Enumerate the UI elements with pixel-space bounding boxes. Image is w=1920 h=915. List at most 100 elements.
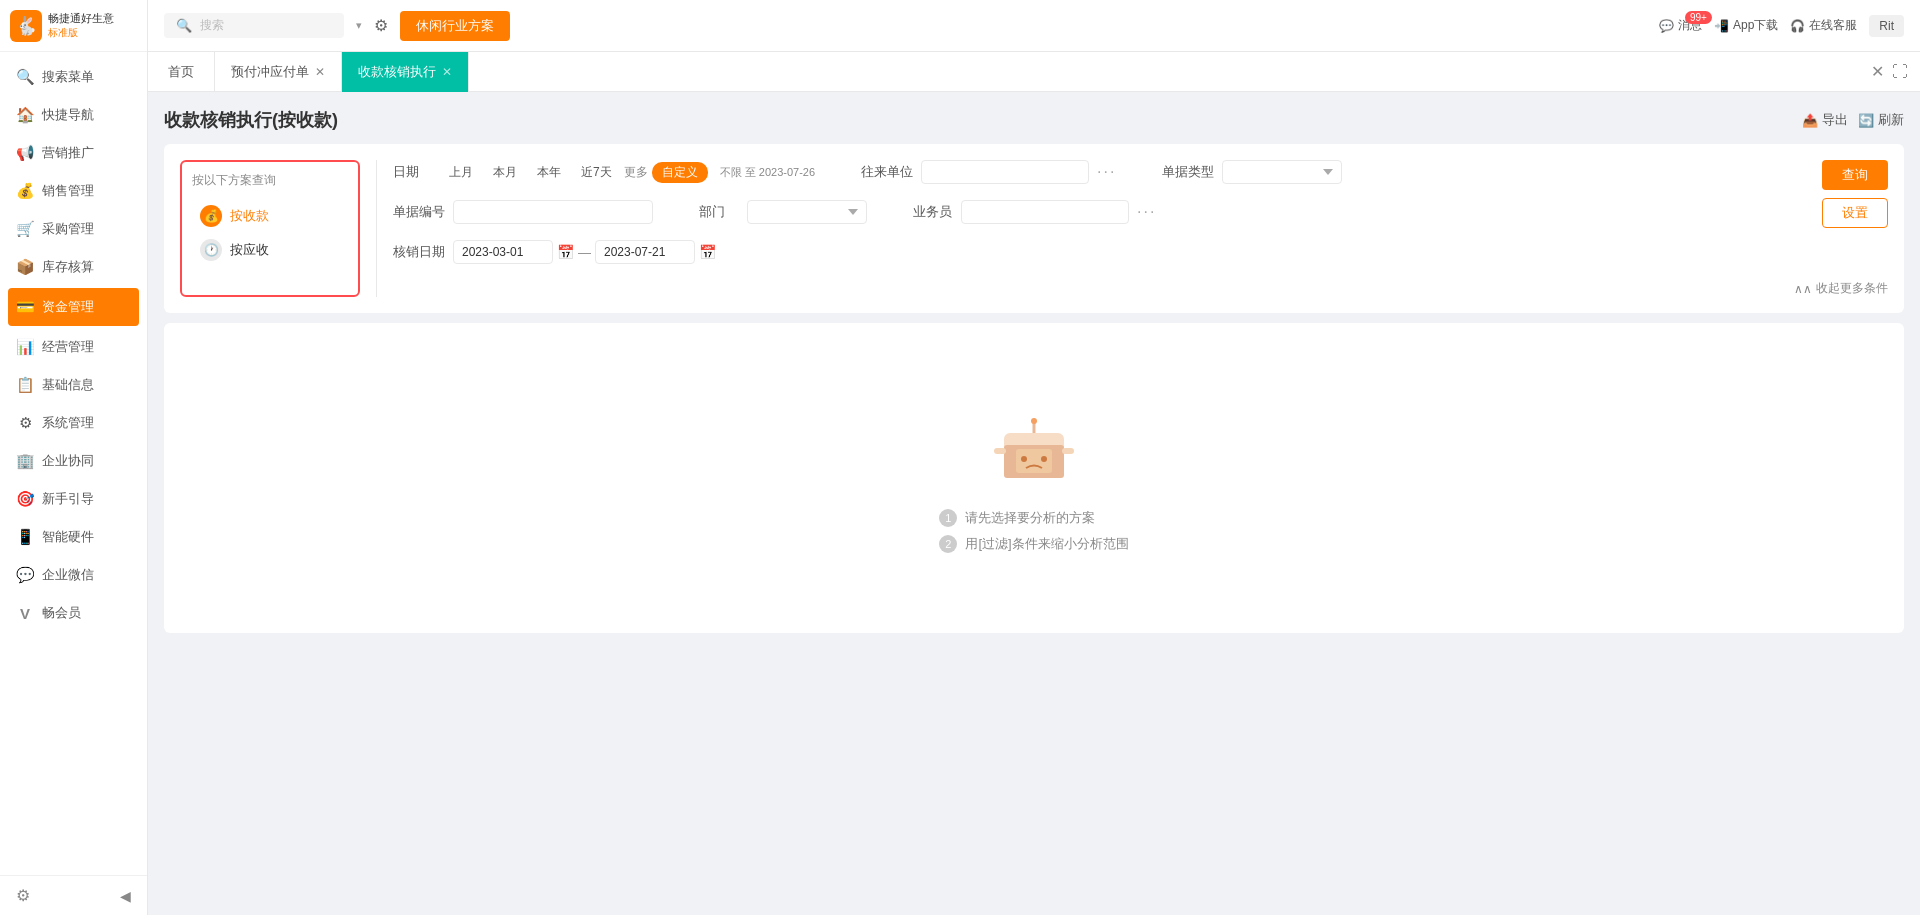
header-search-area[interactable]: 🔍 搜索 [164,13,344,38]
sidebar-collapse-icon[interactable]: ◀ [120,888,131,904]
staff-label: 业务员 [913,203,953,221]
filter-row-1: 日期 上月 本月 本年 近7天 更多 自定义 [393,160,1806,184]
by-receivable-label: 按应收 [230,241,269,259]
filter-option-by-receivable[interactable]: 🕐 按应收 [192,233,348,267]
search-menu-icon: 🔍 [16,68,34,86]
sidebar-item-inventory[interactable]: 📦 库存核算 [0,248,147,286]
system-icon: ⚙ [16,414,34,432]
by-receipt-icon: 💰 [200,205,222,227]
dept-select[interactable] [747,200,867,224]
export-icon: 📤 [1802,113,1818,128]
message-icon: 💬 [1659,19,1674,33]
header-chevron-icon[interactable]: ▾ [356,19,362,32]
date-tab-this-month[interactable]: 本月 [485,162,525,183]
filter-left-panel: 按以下方案查询 💰 按收款 🕐 按应收 [180,160,360,297]
sidebar-item-purchase[interactable]: 🛒 采购管理 [0,210,147,248]
sidebar-item-marketing[interactable]: 📢 营销推广 [0,134,147,172]
date-tab-more[interactable]: 更多 [624,164,648,181]
sidebar-label-system: 系统管理 [42,414,94,432]
doc-type-label: 单据类型 [1162,163,1214,181]
sidebar-item-finance[interactable]: 💳 资金管理 [8,288,139,326]
date-tab-last-month[interactable]: 上月 [441,162,481,183]
app-logo-icon: 🐇 [10,10,42,42]
app-version: 标准版 [48,26,114,40]
date-tab-this-year[interactable]: 本年 [529,162,569,183]
tab-receipt-close[interactable]: ✕ [442,65,452,79]
solution-button[interactable]: 休闲行业方案 [400,11,510,41]
svg-rect-7 [994,448,1006,454]
tab-expand-icon[interactable]: ⛶ [1892,63,1908,81]
sidebar-item-smart-hw[interactable]: 📱 智能硬件 [0,518,147,556]
partner-dots-icon[interactable]: ··· [1097,163,1116,181]
filter-option-by-receipt[interactable]: 💰 按收款 [192,199,348,233]
by-receivable-icon: 🕐 [200,239,222,261]
refresh-icon: 🔄 [1858,113,1874,128]
sidebar: 🐇 畅捷通好生意 标准版 🔍 搜索菜单 🏠 快捷导航 📢 营销推广 💰 销售管理… [0,0,148,915]
app-download-label: App下载 [1733,17,1778,34]
empty-tip-1: 1 请先选择要分析的方案 [939,509,1128,527]
doc-type-select[interactable] [1222,160,1342,184]
sidebar-item-enterprise[interactable]: 🏢 企业协同 [0,442,147,480]
collapse-up-icon: ∧∧ [1794,282,1812,296]
svg-point-3 [1021,456,1027,462]
sidebar-item-business[interactable]: 📊 经营管理 [0,328,147,366]
sidebar-label-smart-hw: 智能硬件 [42,528,94,546]
tab-receipt[interactable]: 收款核销执行 ✕ [342,52,469,92]
verify-date-end-cal-icon[interactable]: 📅 [699,244,716,260]
date-tab-7days[interactable]: 近7天 [573,162,620,183]
header-online-service[interactable]: 🎧 在线客服 [1790,17,1857,34]
header-gear-icon[interactable]: ⚙ [374,16,388,35]
page-header: 收款核销执行(按收款) 📤 导出 🔄 刷新 [164,108,1904,132]
svg-rect-2 [1016,449,1052,473]
verify-date-label: 核销日期 [393,243,445,261]
settings-button[interactable]: 设置 [1822,198,1888,228]
export-button[interactable]: 📤 导出 [1802,111,1848,129]
guide-icon: 🎯 [16,490,34,508]
sidebar-item-quick-nav[interactable]: 🏠 快捷导航 [0,96,147,134]
empty-svg [984,403,1084,493]
sidebar-label-guide: 新手引导 [42,490,94,508]
sidebar-label-marketing: 营销推广 [42,144,94,162]
sidebar-item-guide[interactable]: 🎯 新手引导 [0,480,147,518]
svg-rect-8 [1062,448,1074,454]
verify-date-separator: — [578,245,591,260]
tab-home[interactable]: 首页 [148,52,215,92]
sidebar-label-search-menu: 搜索菜单 [42,68,94,86]
sidebar-item-member[interactable]: V 畅会员 [0,594,147,632]
query-button[interactable]: 查询 [1822,160,1888,190]
sidebar-item-search-menu[interactable]: 🔍 搜索菜单 [0,58,147,96]
sidebar-item-sales[interactable]: 💰 销售管理 [0,172,147,210]
tab-bar: 首页 预付冲应付单 ✕ 收款核销执行 ✕ ✕ ⛶ [148,52,1920,92]
sidebar-item-system[interactable]: ⚙ 系统管理 [0,404,147,442]
filter-actions: 查询 设置 [1822,160,1888,228]
filter-dept-field: 部门 [699,200,867,224]
partner-input[interactable] [921,160,1089,184]
header-message[interactable]: 💬 消息 99+ [1659,17,1702,34]
tab-prepay-close[interactable]: ✕ [315,65,325,79]
collapse-button[interactable]: ∧∧ 收起更多条件 [1794,280,1888,297]
header-app-download[interactable]: 📲 App下载 [1714,17,1778,34]
verify-date-start-cal-icon[interactable]: 📅 [557,244,574,260]
empty-state: 1 请先选择要分析的方案 2 用[过滤]条件来缩小分析范围 [164,323,1904,633]
refresh-button[interactable]: 🔄 刷新 [1858,111,1904,129]
sidebar-item-wechat[interactable]: 💬 企业微信 [0,556,147,594]
sidebar-item-basics[interactable]: 📋 基础信息 [0,366,147,404]
sidebar-settings-icon[interactable]: ⚙ [16,886,30,905]
staff-input[interactable] [961,200,1129,224]
filter-partner-field: 往来单位 ··· [861,160,1116,184]
tab-close-all-icon[interactable]: ✕ [1871,62,1884,81]
verify-date-end-input[interactable] [595,240,695,264]
verify-date-start-input[interactable] [453,240,553,264]
doc-no-input[interactable] [453,200,653,224]
header-user-area[interactable]: Rit [1869,15,1904,37]
staff-dots-icon[interactable]: ··· [1137,203,1156,221]
filter-collapse-row: ∧∧ 收起更多条件 [393,280,1888,297]
date-tab-custom[interactable]: 自定义 [652,162,708,183]
tab-prepay[interactable]: 预付冲应付单 ✕ [215,52,342,92]
tab-receipt-label: 收款核销执行 [358,63,436,81]
filter-panel: 按以下方案查询 💰 按收款 🕐 按应收 [164,144,1904,313]
sidebar-label-quick-nav: 快捷导航 [42,106,94,124]
finance-icon: 💳 [16,298,34,316]
message-badge: 99+ [1685,11,1712,24]
tip-num-2: 2 [939,535,957,553]
